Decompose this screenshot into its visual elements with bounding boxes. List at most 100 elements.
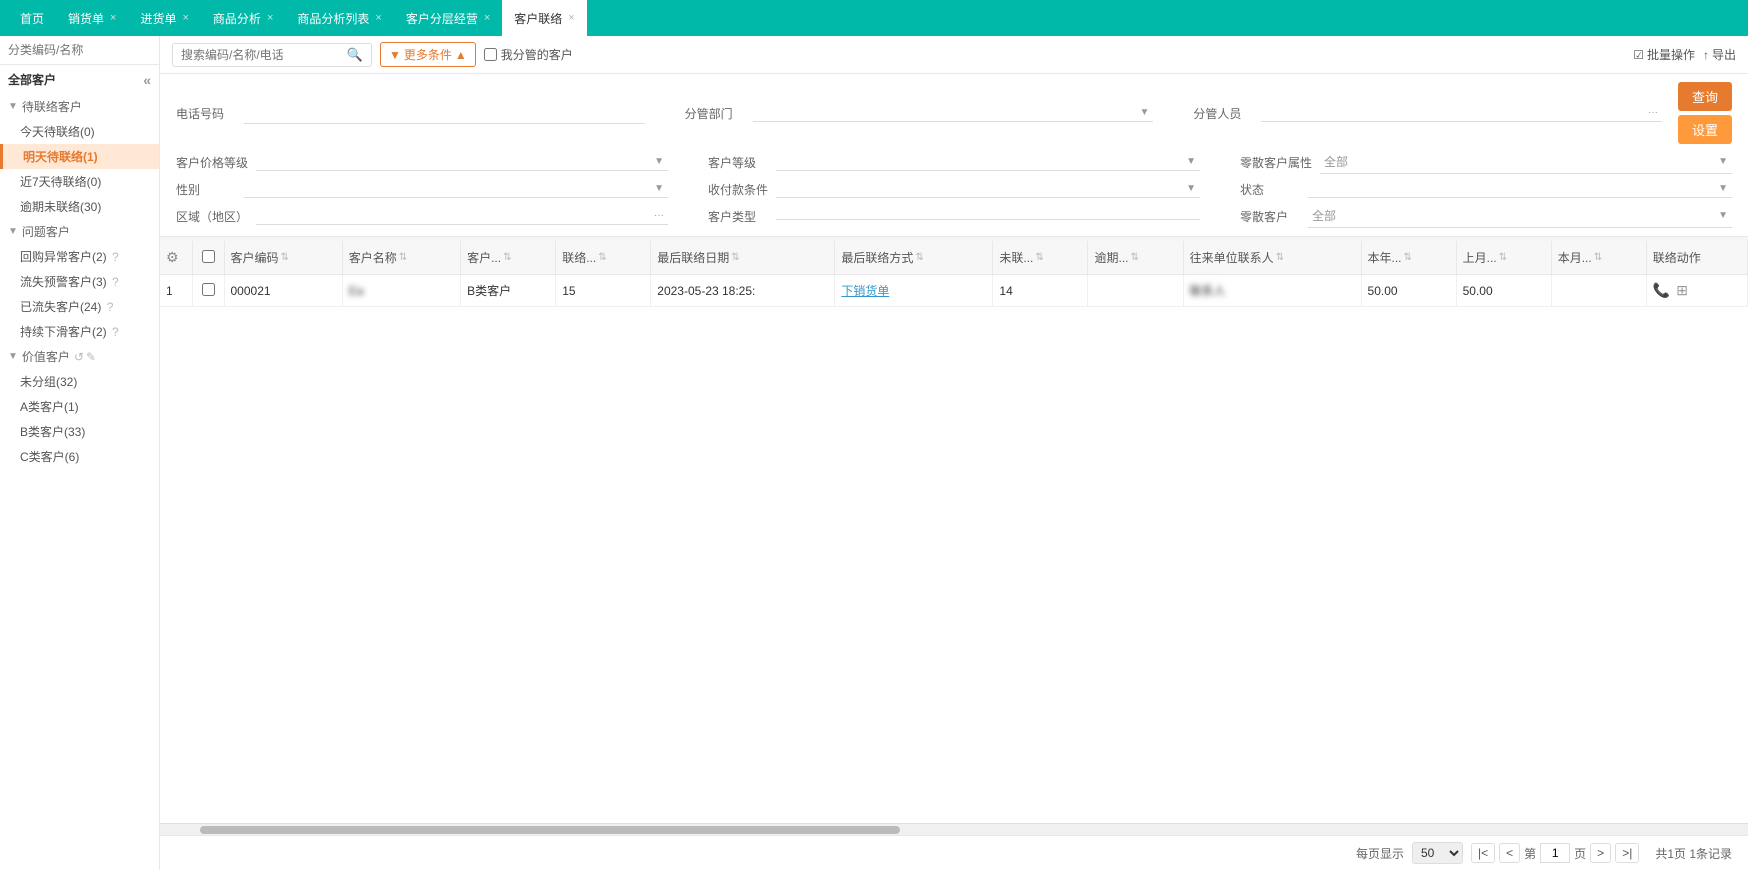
filter-status: 状态 ▼: [1240, 180, 1732, 198]
sidebar-item-churned[interactable]: 已流失客户(24) ?: [0, 294, 159, 319]
nav-sales-order[interactable]: 销货单 ×: [56, 0, 128, 36]
select-all-checkbox[interactable]: [202, 250, 215, 263]
filter-customer-level-select[interactable]: ▼: [776, 153, 1200, 171]
sidebar-search-input[interactable]: [8, 43, 160, 57]
nav-close-icon[interactable]: ×: [267, 12, 273, 24]
sidebar-item-c-class[interactable]: C类客户(6): [0, 444, 159, 469]
nav-close-icon[interactable]: ×: [110, 12, 116, 24]
main-layout: 🔍 全部客户 « 待联络客户 今天待联络(0) 明天待联络(1) 近7天待联络(…: [0, 36, 1748, 870]
batch-operation-btn[interactable]: ☑ 批量操作: [1633, 46, 1695, 63]
page-nav: |< < 第 页 > >|: [1471, 843, 1639, 863]
td-last-contact-method[interactable]: 下销货单: [835, 275, 993, 307]
nav-customer-contact[interactable]: 客户联络 ×: [502, 0, 586, 36]
top-nav: 首页 销货单 × 进货单 × 商品分析 × 商品分析列表 × 客户分层经营 × …: [0, 0, 1748, 36]
td-last-month: 50.00: [1456, 275, 1551, 307]
my-customers-checkbox-label[interactable]: 我分管的客户: [484, 46, 573, 63]
my-customers-checkbox[interactable]: [484, 48, 497, 61]
filter-customer-type-select[interactable]: [776, 213, 1200, 220]
main-search-input[interactable]: [181, 48, 347, 62]
filter-price-level-select[interactable]: ▼: [256, 153, 668, 171]
td-last-contact-date: 2023-05-23 18:25:: [651, 275, 835, 307]
sidebar-item-declining[interactable]: 持续下滑客户(2) ?: [0, 319, 159, 344]
last-page-btn[interactable]: >|: [1615, 843, 1639, 863]
th-contact-person: 往来单位联系人 ⇅: [1183, 241, 1361, 275]
per-page-select[interactable]: 50 100 200: [1412, 842, 1463, 864]
table-settings-icon[interactable]: ⚙: [166, 249, 179, 265]
main-search-icon[interactable]: 🔍: [347, 47, 363, 63]
nav-close-icon[interactable]: ×: [182, 12, 188, 24]
filter-dept: 分管部门 ▼: [685, 104, 1154, 122]
nav-customer-segmentation[interactable]: 客户分层经营 ×: [394, 0, 502, 36]
nav-product-analysis-list[interactable]: 商品分析列表 ×: [285, 0, 393, 36]
next-page-btn[interactable]: >: [1590, 843, 1611, 863]
set-button[interactable]: 设置: [1678, 115, 1732, 144]
filter-status-select[interactable]: ▼: [1308, 180, 1732, 198]
value-group-edit-icon[interactable]: ✎: [86, 350, 96, 364]
filter-gender-select[interactable]: ▼: [244, 180, 668, 198]
phone-action-icon[interactable]: 📞: [1653, 282, 1670, 299]
more-filter-btn[interactable]: ▼ 更多条件 ▲: [380, 42, 476, 67]
export-btn[interactable]: ↑ 导出: [1703, 46, 1736, 63]
sidebar-item-tomorrow-pending[interactable]: 明天待联络(1): [0, 144, 159, 169]
row-checkbox[interactable]: [202, 283, 215, 296]
nav-close-icon[interactable]: ×: [568, 12, 574, 24]
filter-phone-input[interactable]: [244, 103, 645, 124]
first-page-btn[interactable]: |<: [1471, 843, 1495, 863]
sidebar-group-value[interactable]: 价值客户 ↺ ✎: [0, 344, 159, 369]
filter-customer-level: 客户等级 ▼: [708, 153, 1200, 171]
horizontal-scrollbar[interactable]: [160, 823, 1748, 835]
sort-icon[interactable]: ⇅: [1035, 252, 1043, 263]
nav-purchase-order[interactable]: 进货单 ×: [128, 0, 200, 36]
sidebar-item-today-pending[interactable]: 今天待联络(0): [0, 119, 159, 144]
sort-icon[interactable]: ⇅: [598, 252, 606, 263]
sidebar-item-a-class[interactable]: A类客户(1): [0, 394, 159, 419]
sidebar-group-pending[interactable]: 待联络客户: [0, 94, 159, 119]
page-number-input[interactable]: [1540, 843, 1570, 863]
sort-icon[interactable]: ⇅: [1131, 252, 1139, 263]
nav-close-icon[interactable]: ×: [375, 12, 381, 24]
sidebar-item-repurchase-abnormal[interactable]: 回购异常客户(2) ?: [0, 244, 159, 269]
sort-icon[interactable]: ⇅: [1404, 252, 1412, 263]
scroll-thumb[interactable]: [200, 826, 900, 834]
sidebar-group-problem[interactable]: 问题客户: [0, 219, 159, 244]
sort-icon[interactable]: ⇅: [1594, 252, 1602, 263]
sidebar-item-b-class[interactable]: B类客户(33): [0, 419, 159, 444]
td-checkbox[interactable]: [192, 275, 224, 307]
sort-icon[interactable]: ⇅: [731, 252, 739, 263]
filter-area-select[interactable]: ···: [256, 207, 668, 225]
query-button[interactable]: 查询: [1678, 82, 1732, 111]
prev-page-btn[interactable]: <: [1499, 843, 1520, 863]
td-name[interactable]: Ea: [342, 275, 460, 307]
filter-manager-select[interactable]: ···: [1261, 104, 1662, 122]
filter-dept-select[interactable]: ▼: [753, 104, 1154, 122]
td-customer-type: B类客户: [461, 275, 556, 307]
filter-payment-select[interactable]: ▼: [776, 180, 1200, 198]
page-label: 第: [1524, 845, 1536, 862]
last-contact-method-link[interactable]: 下销货单: [841, 284, 889, 298]
help-icon: ?: [112, 325, 119, 339]
value-group-refresh-icon[interactable]: ↺: [74, 350, 84, 364]
sort-icon[interactable]: ⇅: [915, 252, 923, 263]
sort-icon[interactable]: ⇅: [1276, 252, 1284, 263]
filter-retail-customer-select[interactable]: 全部 ▼: [1308, 204, 1732, 228]
th-uncontacted: 未联... ⇅: [993, 241, 1088, 275]
help-icon: ?: [112, 275, 119, 289]
nav-close-icon[interactable]: ×: [484, 12, 490, 24]
nav-home[interactable]: 首页: [8, 0, 56, 36]
nav-product-analysis[interactable]: 商品分析 ×: [201, 0, 285, 36]
toolbar: 🔍 ▼ 更多条件 ▲ 我分管的客户 ☑ 批量操作 ↑ 导出: [160, 36, 1748, 74]
sidebar-item-ungrouped[interactable]: 未分组(32): [0, 369, 159, 394]
th-last-contact-date: 最后联络日期 ⇅: [651, 241, 835, 275]
sort-icon[interactable]: ⇅: [281, 252, 289, 263]
sidebar-item-overdue-pending[interactable]: 逾期未联络(30): [0, 194, 159, 219]
sidebar-item-churn-warning[interactable]: 流失预警客户(3) ?: [0, 269, 159, 294]
sidebar-item-week-pending[interactable]: 近7天待联络(0): [0, 169, 159, 194]
grid-action-icon[interactable]: ⊞: [1676, 282, 1688, 299]
sidebar-collapse-icon[interactable]: «: [143, 72, 151, 88]
sort-icon[interactable]: ⇅: [1499, 252, 1507, 263]
filter-retail-attr-select[interactable]: 全部 ▼: [1320, 150, 1732, 174]
sort-icon[interactable]: ⇅: [503, 252, 511, 263]
sidebar-all-customers[interactable]: 全部客户 «: [0, 65, 159, 94]
contact-person-text: 联系人: [1190, 284, 1226, 298]
sort-icon[interactable]: ⇅: [399, 252, 407, 263]
